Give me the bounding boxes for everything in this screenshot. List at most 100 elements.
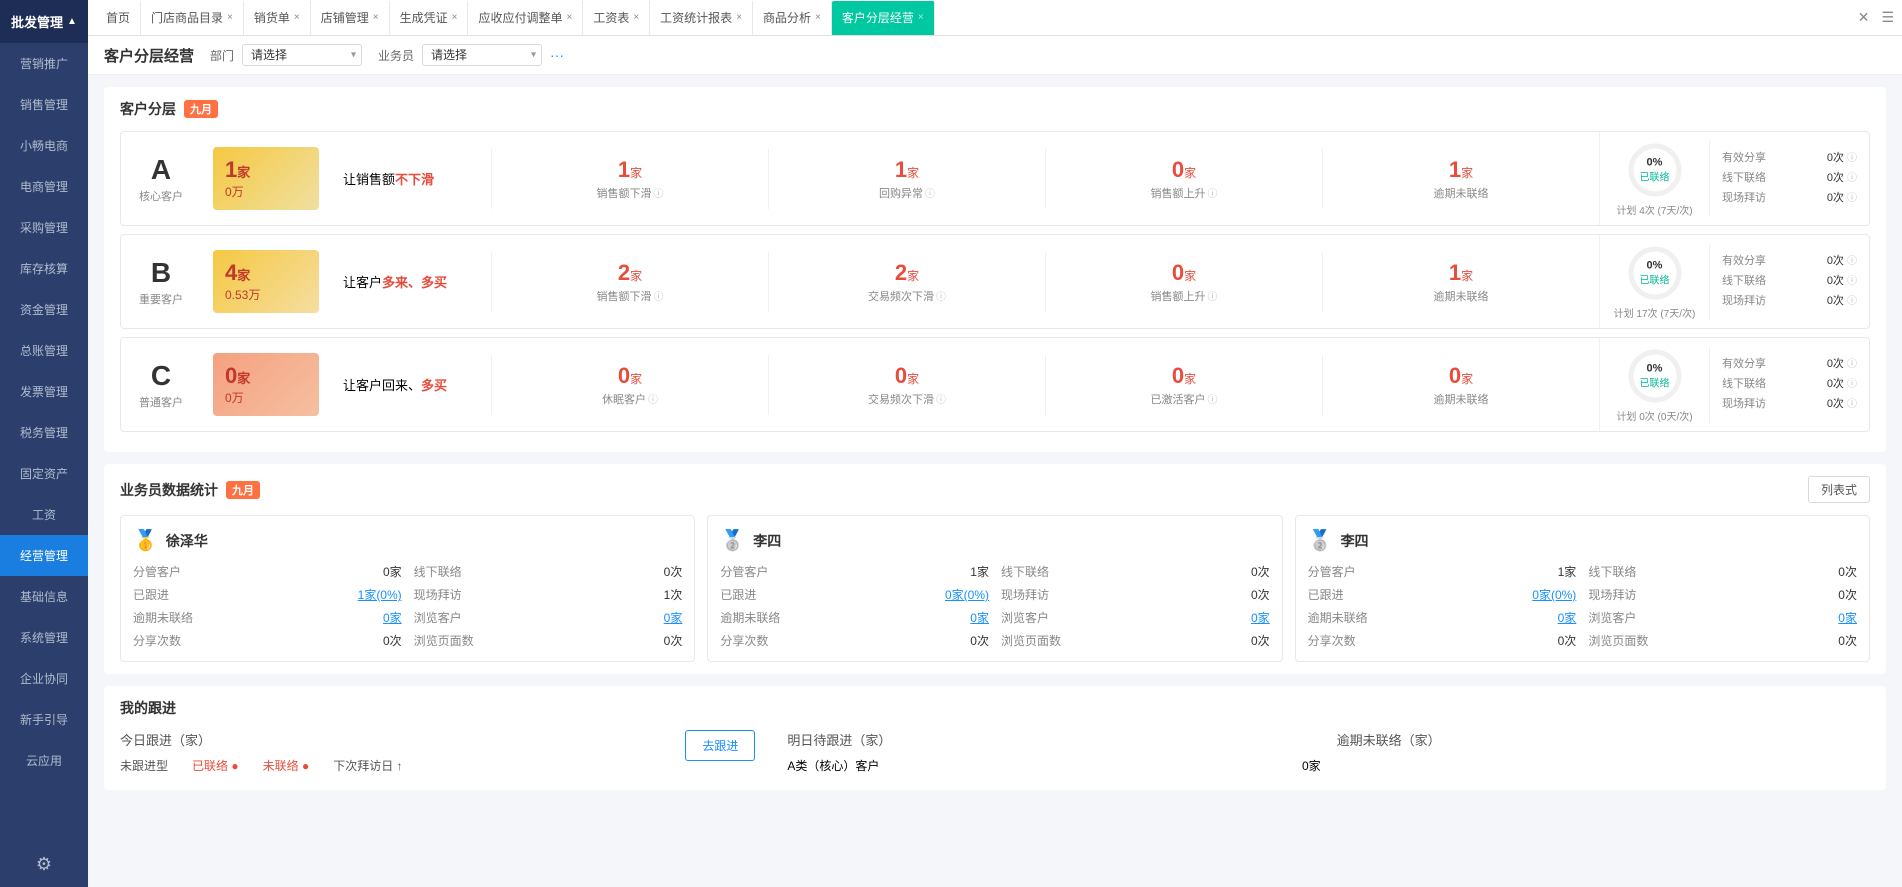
info-icon[interactable]: ⓘ — [936, 391, 946, 406]
info-icon[interactable]: ⓘ — [1847, 359, 1857, 370]
tab-店铺管理[interactable]: 店铺管理× — [311, 1, 390, 35]
tab-应收应付调整单[interactable]: 应收应付调整单× — [468, 1, 583, 35]
sidebar-item-新手引导[interactable]: 新手引导 — [0, 699, 88, 740]
staff-stat-row: 浏览客户0家 — [1588, 609, 1857, 626]
info-icon[interactable]: ⓘ — [1208, 185, 1218, 200]
tab-close-icon[interactable]: × — [373, 12, 379, 23]
sidebar-item-云应用[interactable]: 云应用 — [0, 740, 88, 781]
right-stats: 有效分享0次 ⓘ线下联络0次 ⓘ现场拜访0次 ⓘ — [1709, 141, 1869, 217]
list-view-button[interactable]: 列表式 — [1808, 476, 1870, 503]
tab-工资表[interactable]: 工资表× — [583, 1, 650, 35]
right-stat-item: 有效分享0次 ⓘ — [1722, 355, 1857, 371]
info-icon[interactable]: ⓘ — [1208, 391, 1218, 406]
tier-count-box: 4家0.53万 — [201, 238, 331, 325]
info-icon[interactable]: ⓘ — [1847, 296, 1857, 307]
sidebar-item-销售管理[interactable]: 销售管理 — [0, 84, 88, 125]
page-header: 客户分层经营 部门 请选择 业务员 请选择 ··· — [88, 36, 1902, 75]
dept-select-wrapper: 请选择 — [242, 44, 362, 66]
sidebar-item-基础信息[interactable]: 基础信息 — [0, 576, 88, 617]
staff-stat-val[interactable]: 0家(0%) — [1532, 586, 1576, 603]
tab-商品分析[interactable]: 商品分析× — [753, 1, 832, 35]
stat-item: 1家逾期未联络 — [1322, 149, 1599, 209]
tab-close-icon[interactable]: × — [227, 12, 233, 23]
staff-select[interactable]: 请选择 — [422, 44, 542, 66]
tab-label: 销货单 — [254, 9, 290, 26]
info-icon[interactable]: ⓘ — [1847, 193, 1857, 204]
info-icon[interactable]: ⓘ — [1847, 379, 1857, 390]
sidebar-item-资金管理[interactable]: 资金管理 — [0, 289, 88, 330]
more-options-icon[interactable]: ··· — [550, 47, 564, 63]
right-stat-val: 0次 ⓘ — [1827, 395, 1857, 411]
staff-stat-val[interactable]: 0家 — [970, 609, 989, 626]
tier-action-highlight: 不下滑 — [395, 172, 434, 187]
tab-actions: ✕ ☰ — [1858, 9, 1894, 26]
staff-stat-val[interactable]: 0家(0%) — [945, 586, 989, 603]
sidebar-item-发票管理[interactable]: 发票管理 — [0, 371, 88, 412]
tab-close-icon[interactable]: × — [566, 12, 572, 23]
sidebar-item-小畅电商[interactable]: 小畅电商 — [0, 125, 88, 166]
staff-stat-val[interactable]: 0家 — [383, 609, 402, 626]
sidebar-item-税务管理[interactable]: 税务管理 — [0, 412, 88, 453]
tab-生成凭证[interactable]: 生成凭证× — [390, 1, 469, 35]
tab-close-icon[interactable]: × — [452, 12, 458, 23]
tab-next-icon[interactable]: ☰ — [1881, 9, 1894, 26]
stat-item: 0家交易频次下滑ⓘ — [768, 355, 1045, 415]
staff-stat-row: 线下联络0次 — [1001, 563, 1270, 580]
go-followup-button[interactable]: 去跟进 — [685, 730, 755, 761]
staff-stat-val[interactable]: 0家 — [1251, 609, 1270, 626]
info-icon[interactable]: ⓘ — [1847, 173, 1857, 184]
staff-stat-row: 逾期未联络0家 — [720, 609, 989, 626]
staff-stat-row: 浏览客户0家 — [414, 609, 683, 626]
sidebar-item-工资[interactable]: 工资 — [0, 494, 88, 535]
tab-工资统计报表[interactable]: 工资统计报表× — [650, 1, 753, 35]
staff-stat-val[interactable]: 0家 — [664, 609, 683, 626]
tier-count-sub: 0万 — [225, 389, 307, 406]
info-icon[interactable]: ⓘ — [654, 185, 664, 200]
tab-close-icon[interactable]: × — [294, 12, 300, 23]
staff-stat-val: 0次 — [1838, 586, 1857, 603]
staff-stats-grid: 分管客户1家线下联络0次已跟进0家(0%)现场拜访0次逾期未联络0家浏览客户0家… — [720, 563, 1269, 649]
sidebar-header[interactable]: 批发管理 ▲ — [0, 0, 88, 43]
staff-stat-val[interactable]: 0家 — [1558, 609, 1577, 626]
tab-销货单[interactable]: 销货单 × — [244, 1, 311, 35]
info-icon[interactable]: ⓘ — [1847, 276, 1857, 287]
tab-首页[interactable]: 首页 — [96, 1, 141, 35]
biz-month-badge: 九月 — [226, 481, 260, 499]
tab-客户分层经营[interactable]: 客户分层经营× — [832, 1, 935, 35]
tier-count-num: 1家 — [225, 157, 307, 183]
circle-pct: 0% — [1640, 157, 1670, 169]
info-icon[interactable]: ⓘ — [1847, 153, 1857, 164]
tier-count-num: 4家 — [225, 260, 307, 286]
right-stat-label: 线下联络 — [1722, 169, 1766, 185]
info-icon[interactable]: ⓘ — [654, 288, 664, 303]
followup-header: 我的跟进 — [120, 698, 1870, 718]
info-icon[interactable]: ⓘ — [1208, 288, 1218, 303]
info-icon[interactable]: ⓘ — [936, 288, 946, 303]
sidebar-item-总账管理[interactable]: 总账管理 — [0, 330, 88, 371]
staff-name: 李四 — [1341, 531, 1369, 551]
tab-prev-icon[interactable]: ✕ — [1858, 9, 1870, 26]
sidebar-item-电商管理[interactable]: 电商管理 — [0, 166, 88, 207]
sidebar-item-固定资产[interactable]: 固定资产 — [0, 453, 88, 494]
staff-stat-val[interactable]: 0家 — [1838, 609, 1857, 626]
sidebar-item-企业协同[interactable]: 企业协同 — [0, 658, 88, 699]
info-icon[interactable]: ⓘ — [925, 185, 935, 200]
tab-close-icon[interactable]: × — [633, 12, 639, 23]
sidebar-collapse-icon[interactable]: ▲ — [67, 16, 77, 27]
tab-close-icon[interactable]: × — [815, 12, 821, 23]
sidebar-item-库存核算[interactable]: 库存核算 — [0, 248, 88, 289]
sidebar-item-经营管理[interactable]: 经营管理 — [0, 535, 88, 576]
settings-icon[interactable]: ⚙ — [0, 842, 88, 887]
sidebar-item-系统管理[interactable]: 系统管理 — [0, 617, 88, 658]
info-icon[interactable]: ⓘ — [1847, 399, 1857, 410]
sidebar-item-营销推广[interactable]: 营销推广 — [0, 43, 88, 84]
staff-stat-val[interactable]: 1家(0%) — [358, 586, 402, 603]
sidebar-item-采购管理[interactable]: 采购管理 — [0, 207, 88, 248]
dept-select[interactable]: 请选择 — [242, 44, 362, 66]
tab-close-icon[interactable]: × — [736, 12, 742, 23]
info-icon[interactable]: ⓘ — [1847, 256, 1857, 267]
tab-close-icon[interactable]: × — [918, 12, 924, 23]
staff-filter: 业务员 请选择 ··· — [378, 44, 564, 66]
info-icon[interactable]: ⓘ — [648, 391, 658, 406]
tab-门店商品目录[interactable]: 门店商品目录× — [141, 1, 244, 35]
